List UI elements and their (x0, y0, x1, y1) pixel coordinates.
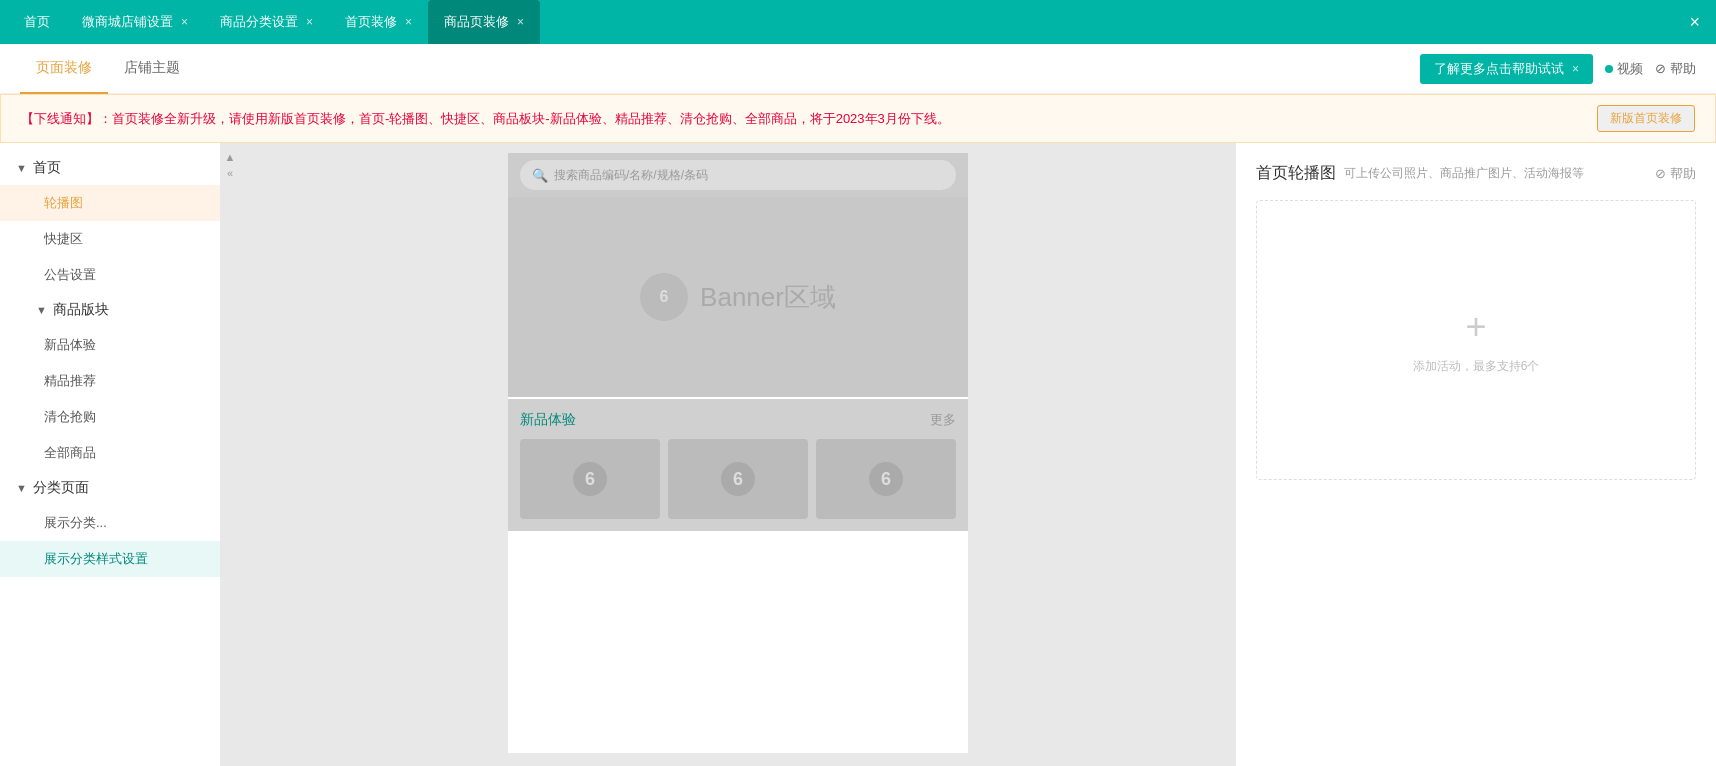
close-category-settings-tab[interactable]: × (306, 15, 313, 29)
sidebar-section-home[interactable]: ▼ 首页 (0, 151, 220, 185)
help-button[interactable]: ⊘ 帮助 (1655, 60, 1696, 78)
collapse-left-arrow: « (227, 167, 233, 179)
sidebar-item-all-products[interactable]: 全部商品 (0, 435, 220, 471)
sub-tab-store-theme[interactable]: 店铺主题 (108, 45, 196, 94)
close-product-decoration-tab[interactable]: × (517, 15, 524, 29)
tab-product-decoration[interactable]: 商品页装修 × (428, 0, 540, 44)
help-question-icon: ⊘ (1655, 166, 1666, 181)
banner-logo: 6 Banner区域 (640, 273, 836, 321)
tab-home-decoration[interactable]: 首页装修 × (329, 0, 428, 44)
sub-tab-bar: 页面装修 店铺主题 了解更多点击帮助试试 × 视频 ⊘ 帮助 (0, 44, 1716, 94)
right-panel: 首页轮播图 可上传公司照片、商品推广图片、活动海报等 ⊘ 帮助 + 添加活动，最… (1236, 143, 1716, 766)
right-panel-help-button[interactable]: ⊘ 帮助 (1655, 165, 1696, 183)
main-layout: ▼ 首页 轮播图 快捷区 公告设置 ▼ 商品版块 新品体验 精品推荐 (0, 143, 1716, 766)
help-banner-text: 了解更多点击帮助试试 (1434, 60, 1564, 78)
sidebar: ▼ 首页 轮播图 快捷区 公告设置 ▼ 商品版块 新品体验 精品推荐 (0, 143, 240, 766)
product-block-arrow: ▼ (36, 304, 47, 316)
collapse-up-arrow: ▲ (225, 151, 236, 163)
upload-hint-text: 添加活动，最多支持6个 (1413, 358, 1540, 375)
sidebar-item-banner[interactable]: 轮播图 (0, 185, 220, 221)
global-close-button[interactable]: × (1681, 12, 1708, 33)
sidebar-item-shortcut[interactable]: 快捷区 (0, 221, 220, 257)
new-version-button[interactable]: 新版首页装修 (1597, 105, 1695, 132)
sidebar-collapse-handle[interactable]: ▲ « (220, 143, 240, 766)
right-panel-subtitle: 可上传公司照片、商品推广图片、活动海报等 (1344, 165, 1584, 182)
sidebar-item-category-style[interactable]: 展示分类样式设置 (0, 541, 220, 577)
help-banner[interactable]: 了解更多点击帮助试试 × (1420, 54, 1593, 84)
sidebar-section-category[interactable]: ▼ 分类页面 (0, 471, 220, 505)
sidebar-item-new-exp[interactable]: 新品体验 (0, 327, 220, 363)
svg-text:6: 6 (733, 469, 743, 489)
section-header: 新品体验 更多 (520, 411, 956, 429)
banner-area[interactable]: 6 Banner区域 (508, 197, 968, 397)
preview-search-bar: 🔍 搜索商品编码/名称/规格/条码 (508, 153, 968, 197)
sidebar-subsection-product-block[interactable]: ▼ 商品版块 (0, 293, 220, 327)
notice-text: 【下线通知】：首页装修全新升级，请使用新版首页装修，首页-轮播图、快捷区、商品板… (21, 110, 950, 128)
svg-text:6: 6 (881, 469, 891, 489)
sidebar-item-show-category[interactable]: 展示分类... (0, 505, 220, 541)
search-input-preview: 🔍 搜索商品编码/名称/规格/条码 (520, 160, 956, 190)
help-banner-close[interactable]: × (1572, 62, 1579, 76)
upload-plus-icon: + (1465, 306, 1486, 348)
svg-text:6: 6 (585, 469, 595, 489)
video-dot-icon (1605, 65, 1613, 73)
section-more: 更多 (930, 411, 956, 429)
close-store-settings-tab[interactable]: × (181, 15, 188, 29)
tab-category-settings[interactable]: 商品分类设置 × (204, 0, 329, 44)
close-home-decoration-tab[interactable]: × (405, 15, 412, 29)
svg-text:6: 6 (660, 288, 669, 305)
product-grid: 6 6 6 (520, 439, 956, 519)
preview-area: 🔍 搜索商品编码/名称/规格/条码 6 Banner区域 (240, 143, 1236, 766)
product-card-3: 6 (816, 439, 956, 519)
right-panel-title: 首页轮播图 (1256, 163, 1336, 184)
question-icon: ⊘ (1655, 61, 1666, 76)
product-section: 新品体验 更多 6 6 6 (508, 399, 968, 531)
banner-text: Banner区域 (700, 280, 836, 315)
home-section-arrow: ▼ (16, 162, 27, 174)
upload-area[interactable]: + 添加活动，最多支持6个 (1256, 200, 1696, 480)
search-icon: 🔍 (532, 168, 548, 183)
tab-bar: 首页 微商城店铺设置 × 商品分类设置 × 首页装修 × 商品页装修 × × (0, 0, 1716, 44)
product-card-2: 6 (668, 439, 808, 519)
banner-logo-icon: 6 (640, 273, 688, 321)
product-card-1: 6 (520, 439, 660, 519)
phone-preview: 🔍 搜索商品编码/名称/规格/条码 6 Banner区域 (508, 153, 968, 753)
section-title: 新品体验 (520, 411, 576, 429)
video-button[interactable]: 视频 (1605, 60, 1643, 78)
category-section-arrow: ▼ (16, 482, 27, 494)
sidebar-item-premium[interactable]: 精品推荐 (0, 363, 220, 399)
right-panel-header: 首页轮播图 可上传公司照片、商品推广图片、活动海报等 ⊘ 帮助 (1256, 163, 1696, 184)
notice-bar: 【下线通知】：首页装修全新升级，请使用新版首页装修，首页-轮播图、快捷区、商品板… (0, 94, 1716, 143)
tab-store-settings[interactable]: 微商城店铺设置 × (66, 0, 204, 44)
tab-home[interactable]: 首页 (8, 0, 66, 44)
sub-tab-page-decoration[interactable]: 页面装修 (20, 45, 108, 94)
sidebar-item-clearance[interactable]: 清仓抢购 (0, 399, 220, 435)
sidebar-item-notice[interactable]: 公告设置 (0, 257, 220, 293)
